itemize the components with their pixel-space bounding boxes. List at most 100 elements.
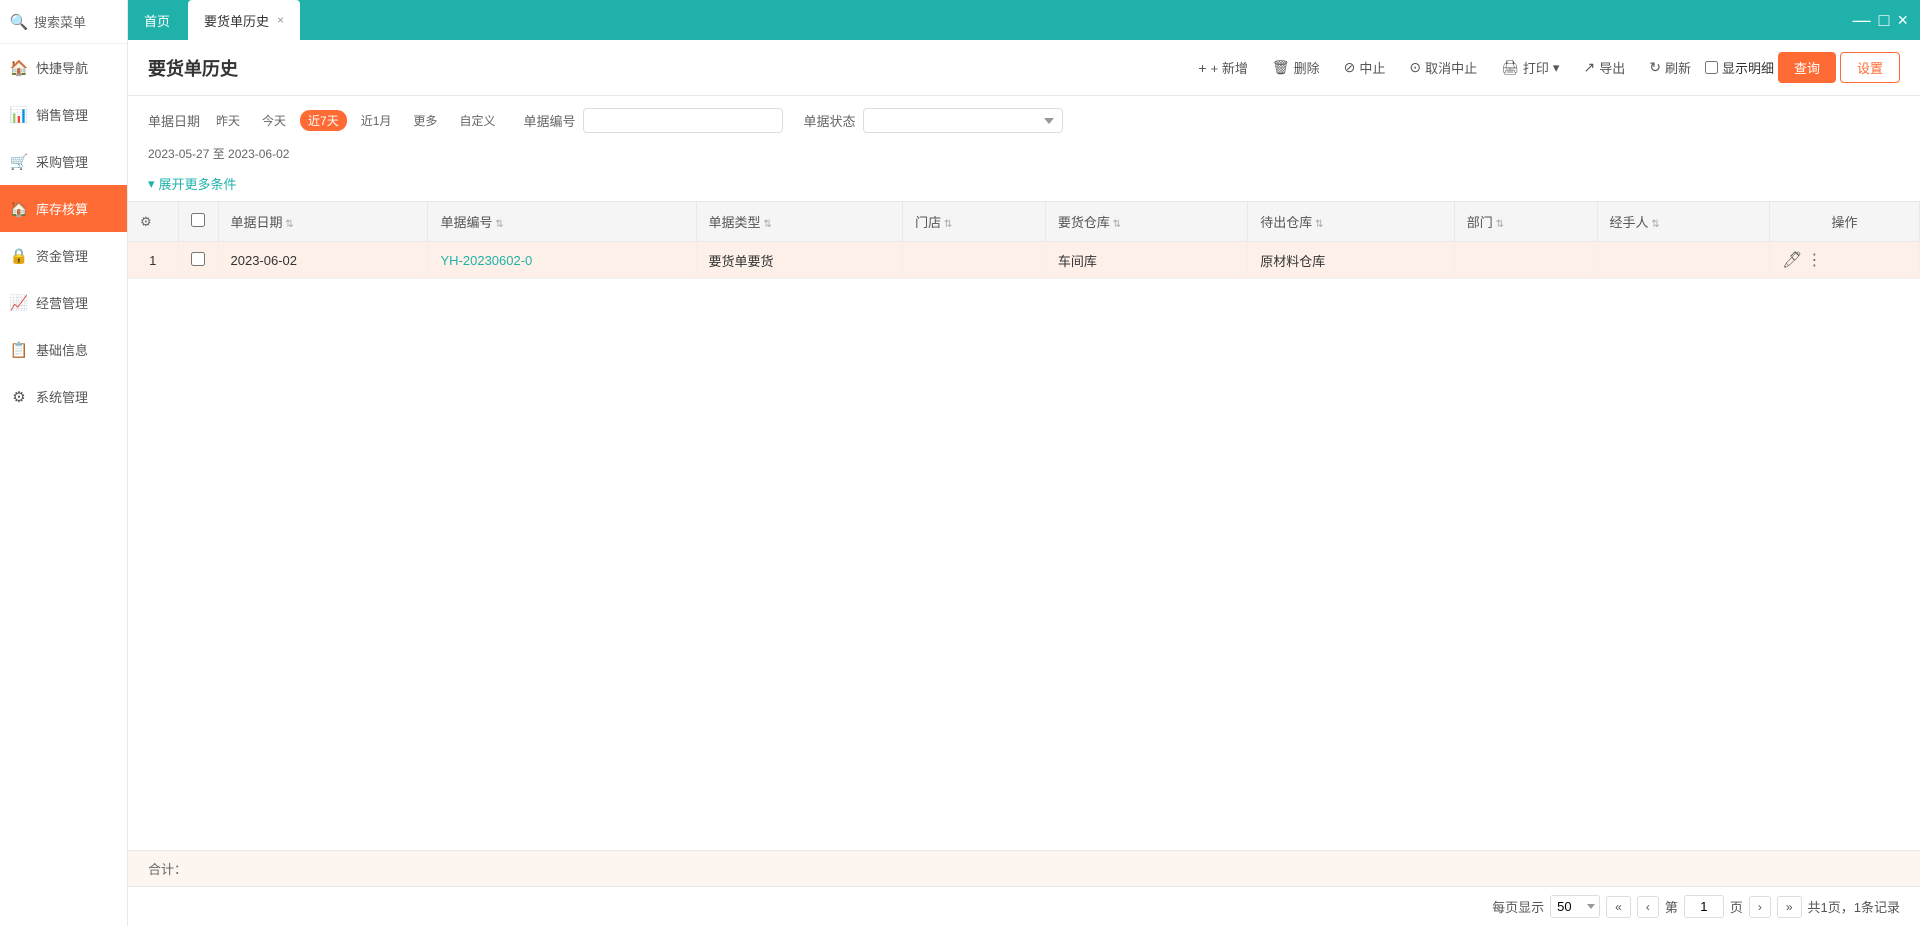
sidebar-item-operations[interactable]: 📈 经营管理	[0, 279, 127, 326]
td-date: 2023-06-02	[218, 242, 428, 279]
sidebar-item-purchase[interactable]: 🛒 采购管理	[0, 138, 127, 185]
sidebar-item-basic[interactable]: 📋 基础信息	[0, 326, 127, 373]
sidebar-item-label: 经营管理	[36, 293, 88, 312]
expand-more-btn[interactable]: ▾ 展开更多条件	[148, 166, 1900, 201]
delete-button[interactable]: 🗑 删除	[1262, 53, 1330, 82]
status-label: 单据状态	[803, 111, 855, 130]
sidebar-item-sales[interactable]: 📊 销售管理	[0, 91, 127, 138]
show-detail-toggle[interactable]: 显示明细	[1705, 58, 1774, 77]
td-doc-no[interactable]: YH-20230602-0	[428, 242, 696, 279]
refresh-button[interactable]: ↻ 刷新	[1639, 53, 1701, 82]
doc-no-filter-group: 单据编号	[523, 108, 783, 133]
print-icon: 🖨	[1501, 59, 1519, 76]
status-filter-group: 单据状态	[803, 108, 1063, 133]
settings-button[interactable]: 设置	[1840, 52, 1900, 83]
sidebar-item-label: 资金管理	[36, 246, 88, 265]
last-page-btn[interactable]: »	[1777, 896, 1802, 918]
status-select[interactable]	[863, 108, 1063, 133]
cancel-stop-button[interactable]: ⊙ 取消中止	[1399, 53, 1487, 82]
sidebar-item-system[interactable]: ⚙ 系统管理	[0, 373, 127, 420]
first-page-btn[interactable]: «	[1606, 896, 1631, 918]
sidebar-item-label: 快捷导航	[36, 58, 88, 77]
stop-button[interactable]: ⊘ 中止	[1334, 53, 1396, 82]
tab-close-icon[interactable]: ×	[277, 13, 284, 27]
date-shortcuts: 昨天 今天 近7天 近1月 更多 自定义	[208, 110, 503, 131]
th-action: 操作	[1770, 202, 1920, 242]
th-date[interactable]: 单据日期	[218, 202, 428, 242]
page-title: 要货单历史	[148, 55, 238, 81]
next-page-btn[interactable]: ›	[1749, 896, 1771, 918]
print-button[interactable]: 🖨 打印 ▾	[1491, 53, 1569, 82]
main-content: 首页 要货单历史 × — □ × 要货单历史 + + 新增 🗑 删除 ⊘ 中止	[128, 0, 1920, 926]
sidebar-item-label: 系统管理	[36, 387, 88, 406]
tab-active[interactable]: 要货单历史 ×	[188, 0, 300, 40]
doc-no-input[interactable]	[583, 108, 783, 133]
shortcut-7days[interactable]: 近7天	[300, 110, 347, 131]
chart-icon: 📊	[10, 106, 28, 124]
shortcut-more[interactable]: 更多	[405, 110, 445, 131]
doc-no-label: 单据编号	[523, 111, 575, 130]
header-actions: + + 新增 🗑 删除 ⊘ 中止 ⊙ 取消中止 🖨 打印 ▾ ↗	[1188, 52, 1900, 83]
th-settings[interactable]: ⚙	[128, 202, 178, 242]
row-edit-icon[interactable]: 🖊	[1782, 250, 1802, 270]
page-size-select[interactable]: 50 20 100 200	[1550, 895, 1600, 918]
filter-row: 单据日期 昨天 今天 近7天 近1月 更多 自定义 单据编号 单据状态	[148, 108, 1900, 145]
sidebar: 🔍 搜索菜单 🏠 快捷导航 📊 销售管理 🛒 采购管理 🏠 库存核算 🔒 资金管…	[0, 0, 128, 926]
window-controls: — □ ×	[1853, 11, 1920, 29]
table-container: ⚙ 单据日期 单据编号 单据类型 门店 要货仓库 待出仓库 部门 经手人 操作	[128, 202, 1920, 850]
shortcut-today[interactable]: 今天	[254, 110, 294, 131]
table-header-row: ⚙ 单据日期 单据编号 单据类型 门店 要货仓库 待出仓库 部门 经手人 操作	[128, 202, 1920, 242]
export-icon: ↗	[1583, 59, 1595, 76]
sidebar-item-finance[interactable]: 🔒 资金管理	[0, 232, 127, 279]
pagination: 每页显示 50 20 100 200 « ‹ 第 页 › » 共1页，1条记录	[128, 886, 1920, 926]
shortcut-1month[interactable]: 近1月	[353, 110, 400, 131]
sidebar-item-label: 销售管理	[36, 105, 88, 124]
th-store[interactable]: 门店	[903, 202, 1046, 242]
sidebar-item-label: 采购管理	[36, 152, 88, 171]
window-close-icon[interactable]: ×	[1897, 11, 1908, 29]
plus-icon: +	[1198, 60, 1206, 76]
select-all-checkbox[interactable]	[191, 213, 205, 227]
td-checkbox[interactable]	[178, 242, 218, 279]
tab-home[interactable]: 首页	[128, 0, 186, 40]
current-page-label: 第	[1665, 897, 1678, 916]
search-icon: 🔍	[10, 13, 28, 31]
row-action-group: 🖊 ⋮	[1782, 250, 1907, 270]
row-checkbox[interactable]	[191, 252, 205, 266]
td-action: 🖊 ⋮	[1770, 242, 1920, 279]
th-handler[interactable]: 经手人	[1597, 202, 1770, 242]
filter-area: 单据日期 昨天 今天 近7天 近1月 更多 自定义 单据编号 单据状态	[128, 96, 1920, 202]
prev-page-btn[interactable]: ‹	[1637, 896, 1659, 918]
sidebar-item-quick-nav[interactable]: 🏠 快捷导航	[0, 44, 127, 91]
th-doc-type[interactable]: 单据类型	[696, 202, 903, 242]
doc-no-link[interactable]: YH-20230602-0	[440, 253, 532, 268]
footer-summary: 合计：	[128, 850, 1920, 886]
th-doc-no[interactable]: 单据编号	[428, 202, 696, 242]
print-dropdown-icon: ▾	[1553, 60, 1560, 76]
export-button[interactable]: ↗ 导出	[1573, 53, 1635, 82]
tabs-bar: 首页 要货单历史 × — □ ×	[128, 0, 1920, 40]
th-pending-warehouse[interactable]: 待出仓库	[1248, 202, 1455, 242]
sidebar-item-inventory[interactable]: 🏠 库存核算	[0, 185, 127, 232]
cancel-stop-icon: ⊙	[1409, 59, 1421, 76]
shortcut-yesterday[interactable]: 昨天	[208, 110, 248, 131]
stop-icon: ⊘	[1344, 59, 1356, 76]
minimize-icon[interactable]: —	[1853, 11, 1871, 29]
maximize-icon[interactable]: □	[1879, 11, 1890, 29]
date-filter-group: 单据日期 昨天 今天 近7天 近1月 更多 自定义	[148, 110, 503, 131]
shortcut-custom[interactable]: 自定义	[451, 110, 503, 131]
th-dept[interactable]: 部门	[1454, 202, 1597, 242]
settings-column-icon[interactable]: ⚙	[140, 214, 152, 229]
sidebar-search-label: 搜索菜单	[34, 12, 86, 31]
page-number-input[interactable]	[1684, 895, 1724, 918]
chevron-down-icon: ▾	[148, 176, 155, 192]
query-button[interactable]: 查询	[1778, 52, 1836, 83]
th-req-warehouse[interactable]: 要货仓库	[1045, 202, 1247, 242]
tab-home-label: 首页	[144, 11, 170, 30]
row-more-icon[interactable]: ⋮	[1806, 250, 1822, 270]
th-checkbox[interactable]	[178, 202, 218, 242]
ops-icon: 📈	[10, 294, 28, 312]
new-button[interactable]: + + 新增	[1188, 53, 1257, 82]
sidebar-search[interactable]: 🔍 搜索菜单	[0, 0, 127, 44]
show-detail-checkbox[interactable]	[1705, 61, 1718, 74]
